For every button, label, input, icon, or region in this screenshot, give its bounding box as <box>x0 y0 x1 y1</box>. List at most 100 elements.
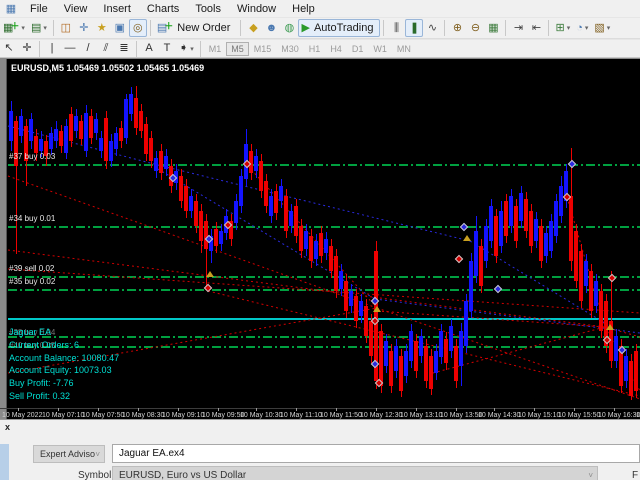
candlestick-button-glyph: ❚ <box>409 21 420 34</box>
navigator-button-glyph: ★ <box>96 21 107 34</box>
time-axis-tick <box>138 408 139 411</box>
time-axis-tick <box>18 408 19 411</box>
standard-toolbar: ▦ ＋ ▾ ▤ ▾ ◫ ✛ ★ ▣ ◎ ▤ ＋ New Order ◆ ☻ ◍ ▶ AutoTrading ⫼ ❚ ∿ ⊕… <box>0 17 640 39</box>
autotrading-button[interactable]: ▶ AutoTrading <box>298 19 381 37</box>
channel-tool[interactable]: ⫽ <box>97 40 115 58</box>
candle <box>234 201 238 223</box>
data-window-button[interactable]: ✛ <box>75 19 93 37</box>
indicators-button-glyph: ⊞ <box>555 21 565 34</box>
horizontal-line-tool[interactable]: — <box>61 40 79 58</box>
market-watch-button[interactable]: ◫ <box>57 19 75 37</box>
timeframe-h1[interactable]: H1 <box>304 42 326 56</box>
strategy-tester-panel: x Expert Advisor ˅ Jaguar EA.ex4 Symbol:… <box>0 419 640 480</box>
expert-advisor-type-label: Expert Advisor <box>40 449 96 459</box>
expert-advisor-name-input[interactable]: Jaguar EA.ex4 <box>112 444 640 463</box>
candle <box>364 306 368 336</box>
chart-shift-button[interactable]: ⇤ <box>527 19 545 37</box>
zoom-in-button[interactable]: ⊕ <box>448 19 466 37</box>
ea-grid-level-line <box>8 336 640 338</box>
text-tool[interactable]: A <box>140 40 158 58</box>
candle <box>429 356 433 389</box>
expert-advisor-type-select[interactable]: Expert Advisor ˅ <box>33 445 105 463</box>
time-axis-tick <box>58 408 59 411</box>
navigator-button[interactable]: ★ <box>93 19 111 37</box>
mql-market-icon[interactable]: ◆ <box>244 19 262 37</box>
crosshair-tool[interactable]: ✛ <box>18 40 36 58</box>
candle <box>539 226 543 261</box>
timeframe-mn[interactable]: MN <box>392 42 416 56</box>
menu-window[interactable]: Window <box>229 2 284 16</box>
menu-help[interactable]: Help <box>284 2 323 16</box>
zoom-out-button[interactable]: ⊖ <box>466 19 484 37</box>
cursor-tool[interactable]: ↖ <box>0 40 18 58</box>
trendline-tool[interactable]: / <box>79 40 97 58</box>
vertical-line-tool-glyph: | <box>50 42 54 54</box>
fibonacci-tool[interactable]: ≣ <box>115 40 133 58</box>
symbol-select[interactable]: EURUSD, Euro vs US Dollar ˅ <box>112 466 598 480</box>
time-axis-tick <box>376 408 377 411</box>
candle <box>154 158 158 171</box>
menu-file[interactable]: File <box>22 2 56 16</box>
candle <box>509 196 513 226</box>
community-icon[interactable]: ☻ <box>262 19 280 37</box>
time-axis-label: 10 May 16:30 <box>598 412 640 419</box>
candle <box>624 356 628 381</box>
new-chart-button[interactable]: ▦ ＋ ▾ <box>0 19 28 37</box>
close-icon[interactable]: x <box>2 422 13 433</box>
candle <box>144 124 148 154</box>
candle <box>239 176 243 206</box>
periods-button[interactable]: ◔ ▾ <box>573 19 591 37</box>
time-axis-tick <box>416 408 417 411</box>
time-axis-tick <box>534 408 535 411</box>
strategy-tester-button[interactable]: ◎ <box>128 19 147 37</box>
candlestick-button[interactable]: ❚ <box>405 19 424 37</box>
candle <box>559 186 563 216</box>
candle <box>379 331 383 386</box>
time-axis-tick <box>98 408 99 411</box>
candle <box>74 116 78 131</box>
chevron-down-icon: ˅ <box>588 470 593 480</box>
candle <box>189 196 193 211</box>
candle <box>114 133 118 149</box>
terminal-button[interactable]: ▣ <box>111 19 129 37</box>
timeframe-m30[interactable]: M30 <box>276 42 304 56</box>
candle <box>39 139 43 151</box>
ea-grid-level-line <box>8 164 640 166</box>
timeframe-w1[interactable]: W1 <box>368 42 392 56</box>
arrows-tool[interactable]: ➧ ▾ <box>176 40 197 58</box>
chevron-down-icon: ▾ <box>43 25 47 32</box>
timeframe-h4[interactable]: H4 <box>325 42 347 56</box>
menu-tools[interactable]: Tools <box>187 2 229 16</box>
candle <box>479 246 483 286</box>
new-order-button[interactable]: ▤ ＋ New Order <box>154 19 238 37</box>
text-label-tool[interactable]: T <box>158 40 176 58</box>
timeframe-m15[interactable]: M15 <box>249 42 277 56</box>
profiles-button[interactable]: ▤ ▾ <box>28 19 50 37</box>
candle <box>299 226 303 251</box>
candle <box>184 186 188 211</box>
timeframe-m5[interactable]: M5 <box>226 41 249 56</box>
indicators-button[interactable]: ⊞ ▾ <box>552 19 573 37</box>
news-globe-icon[interactable]: ◍ <box>280 19 298 37</box>
candle <box>409 331 413 361</box>
expert-advisor-name-value: Jaguar EA.ex4 <box>119 448 185 459</box>
bar-chart-button[interactable]: ⫼ <box>387 19 405 37</box>
menu-view[interactable]: View <box>56 2 96 16</box>
candle <box>319 233 323 256</box>
candle <box>69 114 73 141</box>
auto-scroll-button[interactable]: ⇥ <box>509 19 527 37</box>
menu-charts[interactable]: Charts <box>139 2 187 16</box>
vertical-line-tool[interactable]: | <box>43 40 61 58</box>
line-chart-button[interactable]: ∿ <box>423 19 441 37</box>
timeframe-m1[interactable]: M1 <box>204 42 227 56</box>
candle <box>314 241 318 259</box>
templates-button[interactable]: ▧ ▾ <box>591 19 613 37</box>
tile-windows-button[interactable]: ▦ <box>484 19 502 37</box>
time-axis-label: 10 May 09:10 <box>162 412 205 419</box>
chevron-down-icon: ▾ <box>566 25 571 32</box>
line-studies-toolbar: ↖ ✛ | — / ⫽ ≣ A T ➧ ▾ M1 M5 M15 M30 H1 H4 D1 W1 MN <box>0 39 640 58</box>
chart-area[interactable]: EURUSD,M5 1.05469 1.05502 1.05465 1.0546… <box>0 58 640 420</box>
candle <box>589 271 593 311</box>
menu-insert[interactable]: Insert <box>95 2 139 16</box>
timeframe-d1[interactable]: D1 <box>347 42 369 56</box>
